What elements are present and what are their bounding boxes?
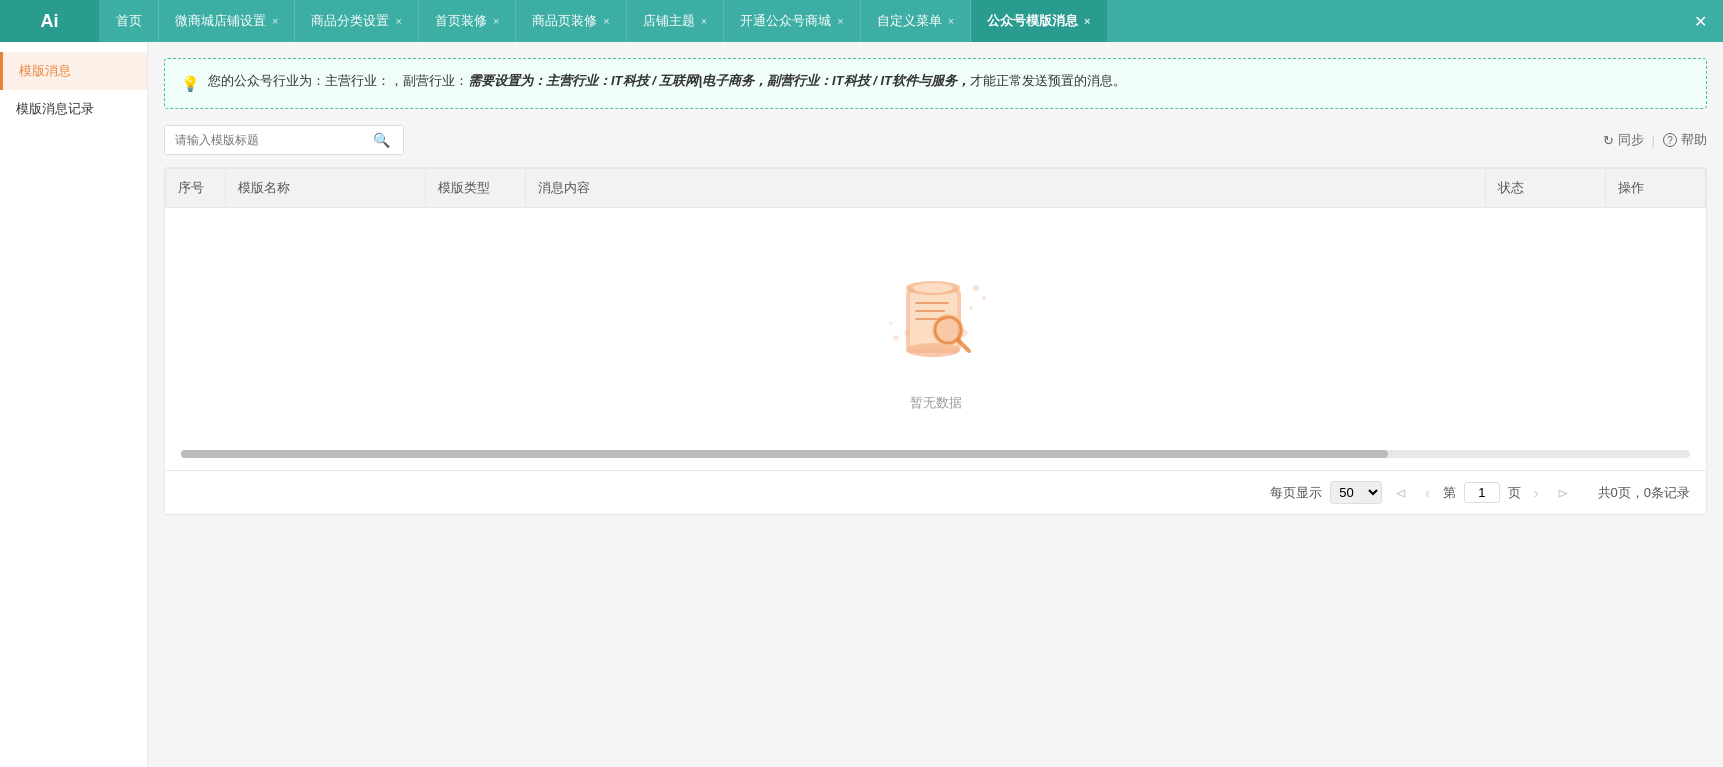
sidebar-item-template-msg[interactable]: 模版消息 [0, 52, 147, 90]
close-all-icon: ✕ [1694, 12, 1707, 31]
notice-box: 💡 您的公众号行业为：主营行业：，副营行业：需要设置为：主营行业：IT科技 / … [164, 58, 1707, 109]
sidebar-item-template-msg-log[interactable]: 模版消息记录 [0, 90, 147, 128]
sidebar-item-template-msg-label: 模版消息 [19, 63, 71, 78]
sync-label: 同步 [1618, 131, 1644, 149]
prev-page-button[interactable]: ‹ [1420, 483, 1435, 503]
sidebar: 模版消息 模版消息记录 [0, 42, 148, 767]
tab-open-mall-label: 开通公众号商城 [740, 12, 831, 30]
sync-button[interactable]: ↻ 同步 [1603, 131, 1644, 149]
tab-custom-menu[interactable]: 自定义菜单 × [861, 0, 971, 42]
content-area: 💡 您的公众号行业为：主营行业：，副营行业：需要设置为：主营行业：IT科技 / … [148, 42, 1723, 767]
tab-store-theme-label: 店铺主题 [643, 12, 695, 30]
svg-point-11 [906, 343, 960, 357]
close-all-tabs-button[interactable]: ✕ [1678, 0, 1723, 42]
tab-product-decoration[interactable]: 商品页装修 × [516, 0, 626, 42]
search-button[interactable]: 🔍 [365, 126, 398, 154]
tab-product-decoration-label: 商品页装修 [532, 12, 597, 30]
toolbar-right: ↻ 同步 | ? 帮助 [1603, 131, 1707, 149]
help-circle-icon: ? [1663, 133, 1677, 147]
sync-icon: ↻ [1603, 133, 1614, 148]
pagination-bar: 每页显示 10 20 50 100 ⊲ ‹ 第 页 › ⊳ 共0页，0条记录 [165, 470, 1706, 514]
close-tab-product-decoration[interactable]: × [603, 15, 609, 27]
logo: Ai [0, 0, 100, 42]
page-size-select[interactable]: 10 20 50 100 [1330, 481, 1382, 504]
svg-point-12 [973, 285, 979, 291]
search-input-wrap: 🔍 [164, 125, 404, 155]
col-header-status: 状态 [1486, 169, 1606, 208]
notice-content: 您的公众号行业为：主营行业：，副营行业：需要设置为：主营行业：IT科技 / 互联… [208, 71, 1126, 92]
empty-illustration [876, 258, 996, 378]
tab-category-settings[interactable]: 商品分类设置 × [295, 0, 418, 42]
tab-home[interactable]: 首页 [100, 0, 159, 42]
close-tab-template-msg[interactable]: × [1084, 15, 1090, 27]
help-label: 帮助 [1681, 131, 1707, 149]
toolbar-divider: | [1652, 133, 1655, 148]
empty-text: 暂无数据 [166, 394, 1706, 412]
col-header-content: 消息内容 [526, 169, 1486, 208]
logo-text: Ai [41, 11, 59, 32]
col-header-name: 模版名称 [226, 169, 426, 208]
tab-open-mall[interactable]: 开通公众号商城 × [724, 0, 860, 42]
notice-emphasis: 需要设置为：主营行业：IT科技 / 互联网|电子商务，副营行业：IT科技 / I… [468, 73, 970, 88]
tab-shop-settings[interactable]: 微商城店铺设置 × [159, 0, 295, 42]
search-input[interactable] [165, 127, 365, 153]
total-records-text: 共0页，0条记录 [1598, 484, 1690, 502]
close-tab-store-theme[interactable]: × [701, 15, 707, 27]
empty-state: 暂无数据 [166, 208, 1706, 442]
tab-custom-menu-label: 自定义菜单 [877, 12, 942, 30]
page-label-after: 页 [1508, 484, 1521, 502]
horizontal-scrollbar[interactable] [165, 450, 1706, 470]
close-tab-home-decoration[interactable]: × [493, 15, 499, 27]
top-nav: Ai 首页 微商城店铺设置 × 商品分类设置 × 首页装修 × 商品页装修 × … [0, 0, 1723, 42]
first-page-button[interactable]: ⊲ [1390, 483, 1412, 503]
notice-prefix: 您的公众号行业为：主营行业：，副营行业： [208, 73, 468, 88]
current-page-input[interactable] [1464, 482, 1500, 503]
svg-point-14 [969, 306, 973, 310]
tab-home-label: 首页 [116, 12, 142, 30]
tab-template-msg[interactable]: 公众号模版消息 × [971, 0, 1107, 42]
data-table: 序号 模版名称 模版类型 消息内容 状态 操作 [165, 168, 1706, 442]
col-header-action: 操作 [1606, 169, 1706, 208]
tab-home-decoration-label: 首页装修 [435, 12, 487, 30]
last-page-button[interactable]: ⊳ [1552, 483, 1574, 503]
close-tab-shop-settings[interactable]: × [272, 15, 278, 27]
tab-home-decoration[interactable]: 首页装修 × [419, 0, 516, 42]
scroll-track [181, 450, 1690, 458]
page-size-label: 每页显示 [1270, 484, 1322, 502]
tab-store-theme[interactable]: 店铺主题 × [627, 0, 724, 42]
col-header-index: 序号 [166, 169, 226, 208]
tab-template-msg-label: 公众号模版消息 [987, 12, 1078, 30]
svg-point-16 [889, 321, 893, 325]
col-header-type: 模版类型 [426, 169, 526, 208]
scroll-thumb [181, 450, 1388, 458]
notice-icon: 💡 [181, 72, 200, 96]
page-label-before: 第 [1443, 484, 1456, 502]
help-button[interactable]: ? 帮助 [1663, 131, 1707, 149]
svg-point-15 [893, 335, 899, 341]
tab-shop-settings-label: 微商城店铺设置 [175, 12, 266, 30]
tab-category-settings-label: 商品分类设置 [311, 12, 389, 30]
next-page-button[interactable]: › [1529, 483, 1544, 503]
table-header-row: 序号 模版名称 模版类型 消息内容 状态 操作 [166, 169, 1706, 208]
close-tab-custom-menu[interactable]: × [948, 15, 954, 27]
search-bar: 🔍 ↻ 同步 | ? 帮助 [164, 125, 1707, 155]
sidebar-item-template-msg-log-label: 模版消息记录 [16, 101, 94, 116]
notice-suffix: 才能正常发送预置的消息。 [970, 73, 1126, 88]
close-tab-category-settings[interactable]: × [395, 15, 401, 27]
close-tab-open-mall[interactable]: × [837, 15, 843, 27]
table-wrapper: 序号 模版名称 模版类型 消息内容 状态 操作 [164, 167, 1707, 515]
svg-point-13 [982, 296, 986, 300]
main-layout: 模版消息 模版消息记录 💡 您的公众号行业为：主营行业：，副营行业：需要设置为：… [0, 42, 1723, 767]
svg-point-4 [913, 283, 953, 293]
